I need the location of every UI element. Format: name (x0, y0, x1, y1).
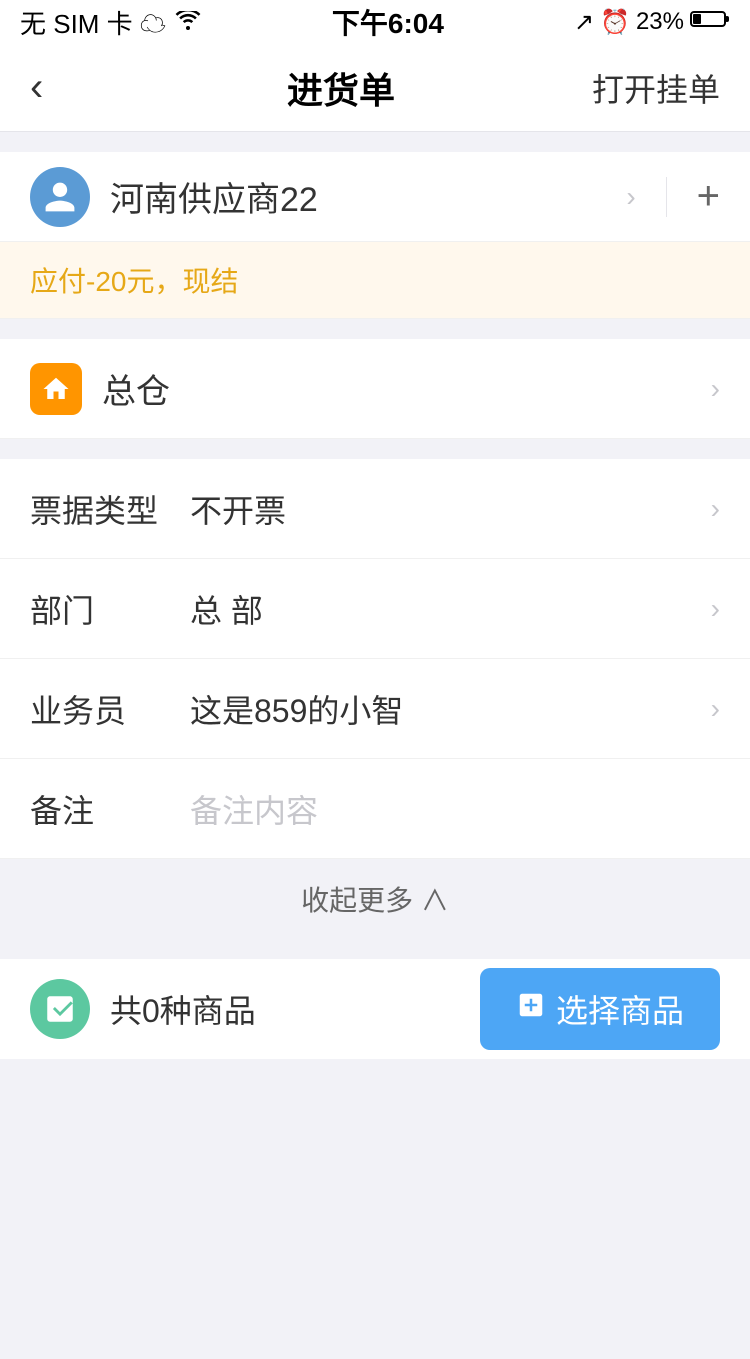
salesperson-label: 业务员 (30, 686, 190, 732)
salesperson-row[interactable]: 业务员 这是859的小智 › (0, 659, 750, 759)
back-button[interactable]: ‹ (30, 65, 90, 110)
department-label: 部门 (30, 586, 190, 632)
sim-status: 无 SIM 卡 ☁ (20, 4, 166, 41)
status-bar: 无 SIM 卡 ☁ 下午6:04 ↗ ⏰ 23% (0, 0, 750, 44)
bottom-area (0, 1059, 750, 1359)
nav-bar: ‹ 进货单 打开挂单 (0, 44, 750, 132)
status-time: 下午6:04 (332, 2, 444, 42)
supplier-divider (666, 177, 667, 217)
gap-3 (0, 439, 750, 459)
supplier-name: 河南供应商22 (110, 172, 626, 221)
alarm-icon: ⏰ (600, 8, 630, 37)
remark-row[interactable]: 备注 备注内容 (0, 759, 750, 859)
supplier-chevron-icon: › (626, 181, 635, 213)
select-product-icon (516, 990, 546, 1028)
salesperson-chevron-icon: › (711, 693, 720, 725)
status-right: ↗ ⏰ 23% (574, 8, 730, 37)
open-pending-button[interactable]: 打开挂单 (592, 65, 720, 111)
product-bar: 共0种商品 选择商品 (0, 959, 750, 1059)
select-product-label: 选择商品 (556, 986, 684, 1032)
supplier-row[interactable]: 河南供应商22 › + (0, 152, 750, 242)
battery-level: 23% (636, 8, 684, 36)
location-icon: ↗ (574, 8, 594, 37)
form-section: 票据类型 不开票 › 部门 总 部 › 业务员 这是859的小智 › 备注 备注… (0, 459, 750, 859)
add-supplier-button[interactable]: + (697, 174, 720, 219)
remark-input[interactable]: 备注内容 (190, 786, 720, 832)
select-product-button[interactable]: 选择商品 (480, 968, 720, 1050)
invoice-type-value: 不开票 (190, 486, 711, 532)
status-left: 无 SIM 卡 ☁ (20, 4, 202, 41)
warehouse-row[interactable]: 总仓 › (0, 339, 750, 439)
page-title: 进货单 (287, 62, 395, 114)
supplier-section: 河南供应商22 › + 应付-20元，现结 (0, 152, 750, 319)
warehouse-chevron-icon: › (711, 373, 720, 405)
notice-bar: 应付-20元，现结 (0, 242, 750, 319)
warehouse-icon (30, 363, 82, 415)
salesperson-value: 这是859的小智 (190, 686, 711, 732)
battery-icon (690, 8, 730, 36)
remark-label: 备注 (30, 786, 190, 832)
gap-1 (0, 132, 750, 152)
gap-4 (0, 939, 750, 959)
product-icon (30, 979, 90, 1039)
invoice-type-row[interactable]: 票据类型 不开票 › (0, 459, 750, 559)
department-row[interactable]: 部门 总 部 › (0, 559, 750, 659)
collapse-label: 收起更多 ∧ (301, 879, 449, 919)
department-chevron-icon: › (711, 593, 720, 625)
warehouse-name: 总仓 (102, 364, 711, 413)
department-value: 总 部 (190, 586, 711, 632)
collapse-row[interactable]: 收起更多 ∧ (0, 859, 750, 939)
supplier-avatar (30, 167, 90, 227)
product-count: 共0种商品 (110, 986, 480, 1032)
wifi-icon (174, 7, 202, 38)
invoice-type-chevron-icon: › (711, 493, 720, 525)
invoice-type-label: 票据类型 (30, 486, 190, 532)
gap-2 (0, 319, 750, 339)
